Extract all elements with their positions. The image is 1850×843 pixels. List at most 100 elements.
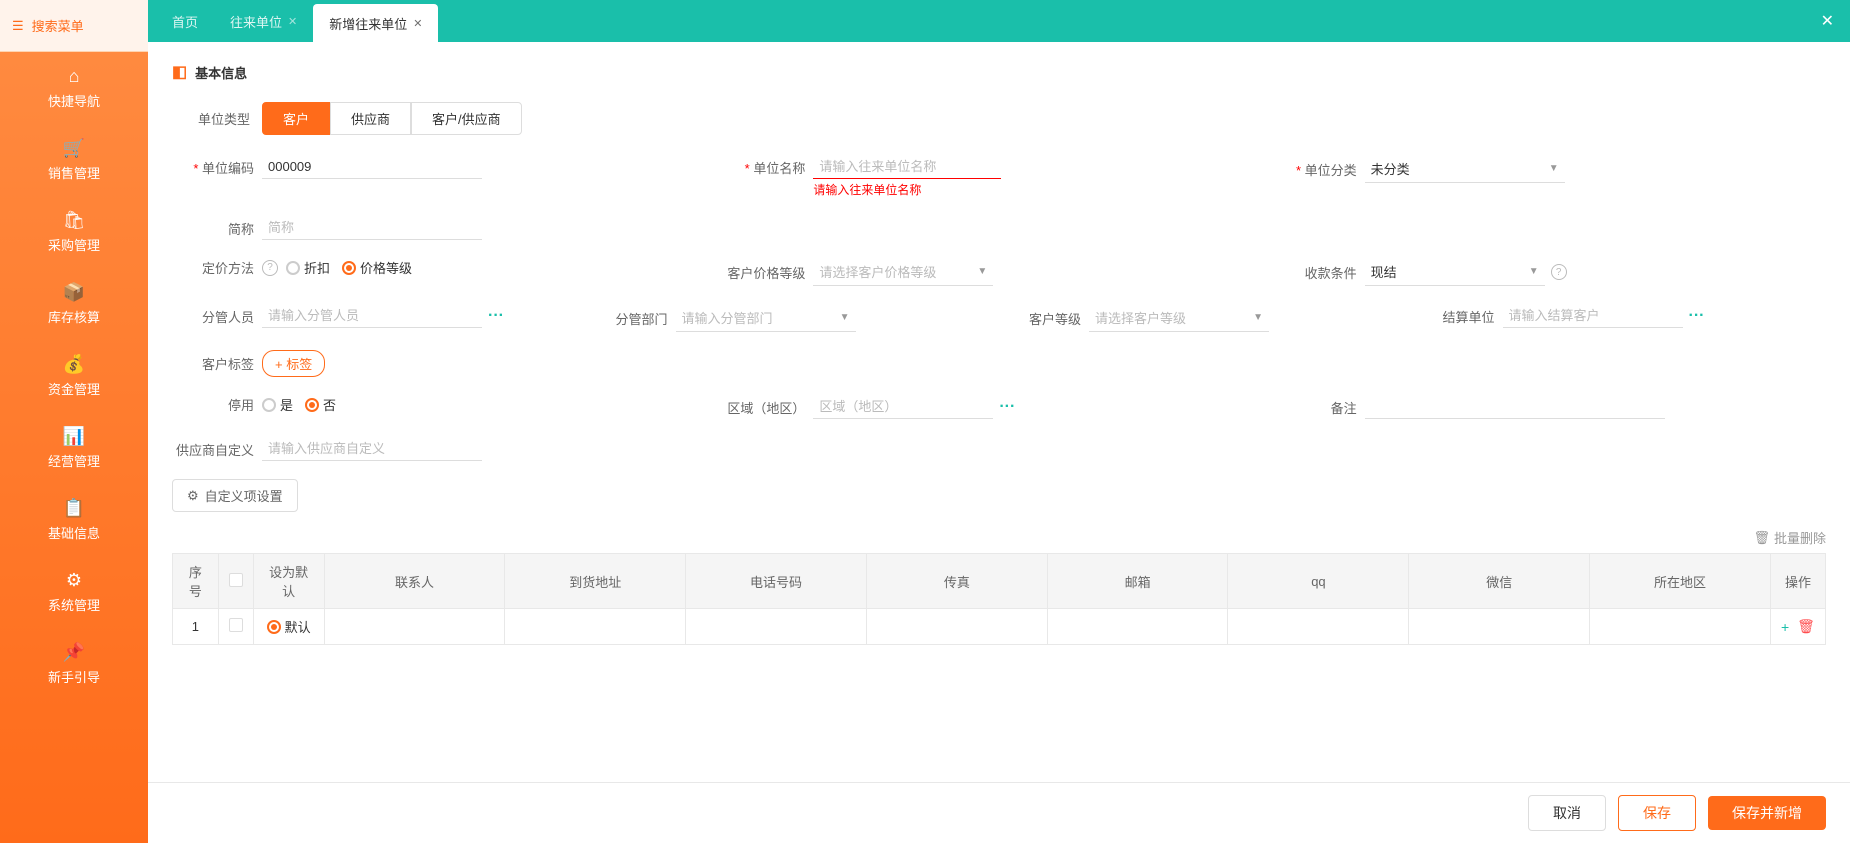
remarks-input[interactable]: [1365, 395, 1665, 419]
chevron-down-icon: ▼: [1549, 163, 1559, 174]
custom-settings-button[interactable]: ⚙ 自定义项设置: [172, 479, 298, 512]
row-fax[interactable]: [866, 609, 1047, 645]
col-header-default: 设为默认: [253, 554, 324, 609]
settlement-input[interactable]: [1503, 304, 1683, 328]
pricing-help-icon[interactable]: ?: [262, 260, 278, 276]
radio-price-level-circle: [342, 261, 356, 275]
unit-category-select[interactable]: 未分类 ▼: [1365, 155, 1565, 183]
sidebar-item-basic-info[interactable]: 📋 基础信息: [0, 484, 148, 556]
short-name-input[interactable]: [262, 216, 482, 240]
customer-price-select[interactable]: 请选择客户价格等级 ▼: [813, 258, 993, 286]
sidebar-item-purchase[interactable]: 🛍 采购管理: [0, 196, 148, 268]
row-address[interactable]: [505, 609, 686, 645]
address-input[interactable]: [515, 619, 675, 634]
row-wechat[interactable]: [1409, 609, 1590, 645]
region-input[interactable]: [813, 395, 993, 419]
batch-delete-row: 🗑 批量删除: [172, 528, 1826, 547]
disabled-radio-group: 是 否: [262, 395, 336, 414]
page-content: ◧ 基本信息 单位类型 客户 供应商 客户/供应商 单位编码 单位名称 请输入往…: [148, 42, 1850, 782]
unit-category-label: 单位分类: [1275, 160, 1365, 179]
tab-new-contact[interactable]: 新增往来单位 ✕: [313, 4, 438, 42]
email-input[interactable]: [1058, 619, 1218, 634]
custom-settings-label: 自定义项设置: [205, 486, 283, 505]
tab-contacts-label: 往来单位: [230, 12, 282, 31]
department-select[interactable]: 请输入分管部门 ▼: [676, 304, 856, 332]
tab-new-contact-close[interactable]: ✕: [413, 17, 422, 30]
disabled-no-label: 否: [323, 395, 336, 414]
sidebar-item-sales[interactable]: 🛒 销售管理: [0, 124, 148, 196]
save-new-button[interactable]: 保存并新增: [1708, 796, 1826, 830]
unit-type-both[interactable]: 客户/供应商: [411, 102, 522, 135]
sidebar-item-system[interactable]: ⚙ 系统管理: [0, 556, 148, 628]
payment-terms-help-icon[interactable]: ?: [1551, 264, 1567, 280]
row-default-circle: [267, 620, 281, 634]
tab-contacts[interactable]: 往来单位 ✕: [214, 0, 313, 42]
cancel-button[interactable]: 取消: [1528, 795, 1606, 831]
payment-terms-select[interactable]: 现结 ▼: [1365, 258, 1545, 286]
manager-input[interactable]: [262, 304, 482, 328]
disabled-yes-label: 是: [280, 395, 293, 414]
row-region[interactable]: [1590, 609, 1771, 645]
region-label: 区域（地区）: [723, 398, 813, 417]
tab-contacts-close[interactable]: ✕: [288, 15, 297, 28]
contact-input[interactable]: [335, 619, 495, 634]
box-icon: 📦: [63, 282, 85, 303]
delete-row-icon[interactable]: 🗑: [1797, 618, 1815, 635]
batch-delete-button[interactable]: 🗑 批量删除: [1753, 528, 1826, 547]
qq-input[interactable]: [1238, 619, 1398, 634]
select-all-checkbox[interactable]: [229, 573, 243, 587]
customer-level-select[interactable]: 请选择客户等级 ▼: [1089, 304, 1269, 332]
row-check[interactable]: [218, 609, 253, 645]
customer-price-label: 客户价格等级: [723, 263, 813, 282]
add-row-icon[interactable]: +: [1781, 619, 1789, 635]
pricing-radio-price-level[interactable]: 价格等级: [342, 258, 412, 277]
tab-home[interactable]: 首页: [156, 0, 214, 42]
row-qq[interactable]: [1228, 609, 1409, 645]
manager-more-icon[interactable]: ···: [482, 307, 510, 325]
unit-type-customer[interactable]: 客户: [262, 102, 330, 135]
sidebar-item-inventory[interactable]: 📦 库存核算: [0, 268, 148, 340]
sidebar-item-operations[interactable]: 📊 经营管理: [0, 412, 148, 484]
row-phone[interactable]: [686, 609, 867, 645]
row-contact[interactable]: [324, 609, 505, 645]
unit-code-input[interactable]: [262, 155, 482, 179]
row-checkbox[interactable]: [229, 618, 243, 632]
settlement-label: 结算单位: [1413, 307, 1503, 326]
pricing-price-level-label: 价格等级: [360, 258, 412, 277]
wechat-input[interactable]: [1419, 619, 1579, 634]
form-group-disabled: 停用 是 否: [172, 395, 723, 414]
pin-icon: 📌: [63, 642, 85, 663]
disabled-radio-no[interactable]: 否: [305, 395, 336, 414]
short-name-label: 简称: [172, 219, 262, 238]
save-button[interactable]: 保存: [1618, 795, 1696, 831]
customer-level-label: 客户等级: [999, 309, 1089, 328]
region-more-icon[interactable]: ···: [993, 398, 1021, 416]
row-email[interactable]: [1047, 609, 1228, 645]
pricing-radio-discount[interactable]: 折扣: [286, 258, 330, 277]
unit-type-supplier[interactable]: 供应商: [330, 102, 411, 135]
customer-level-placeholder: 请选择客户等级: [1095, 308, 1245, 327]
unit-category-value: 未分类: [1371, 159, 1541, 178]
sidebar-item-guide[interactable]: 📌 新手引导: [0, 628, 148, 700]
form-row-3: 定价方法 ? 折扣 价格等级 客户价格等级 请选择客户价格等级: [172, 258, 1826, 286]
chevron-down-icon: ▼: [1529, 266, 1539, 277]
form-group-short-name: 简称: [172, 216, 1826, 240]
disabled-radio-yes[interactable]: 是: [262, 395, 293, 414]
sidebar-item-finance[interactable]: 💰 资金管理: [0, 340, 148, 412]
unit-name-input[interactable]: [813, 155, 1001, 179]
cart-icon: 🛒: [63, 138, 85, 159]
form-group-unit-code: 单位编码: [172, 155, 723, 179]
region-table-input[interactable]: [1600, 619, 1760, 634]
clipboard-icon: 📋: [63, 498, 85, 519]
fax-input[interactable]: [877, 619, 1037, 634]
sidebar-search[interactable]: ☰ 搜索菜单: [0, 10, 148, 41]
sidebar-item-quick-nav[interactable]: ⌂ 快捷导航: [0, 52, 148, 124]
add-tag-button[interactable]: + 标签: [262, 350, 325, 377]
row-default-radio[interactable]: 默认: [264, 617, 314, 636]
phone-input[interactable]: [696, 619, 856, 634]
window-close-button[interactable]: ✕: [1813, 11, 1842, 31]
settlement-more-icon[interactable]: ···: [1683, 307, 1711, 325]
department-placeholder: 请输入分管部门: [682, 308, 832, 327]
supplier-custom-input[interactable]: [262, 437, 482, 461]
gear-icon: ⚙: [66, 570, 82, 591]
